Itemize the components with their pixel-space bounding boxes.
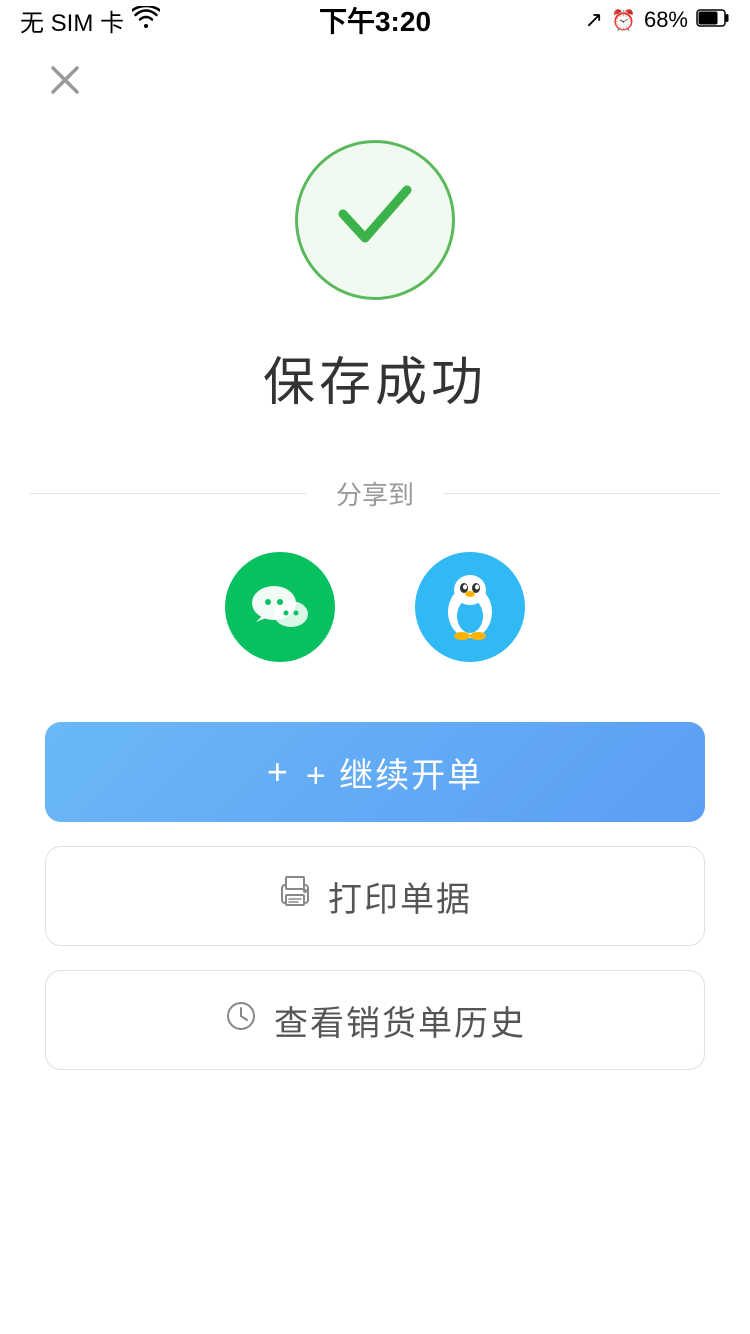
close-button[interactable] (40, 55, 90, 105)
print-button[interactable]: 打印单据 (45, 846, 705, 946)
wifi-icon (132, 6, 160, 35)
wechat-share-button[interactable] (225, 552, 335, 662)
check-icon (335, 180, 415, 260)
success-circle (295, 140, 455, 300)
qq-share-button[interactable] (415, 552, 525, 662)
action-buttons: + + 继续开单 打印单据 (45, 722, 705, 1070)
print-icon (278, 875, 312, 918)
no-sim-label: 无 SIM 卡 (20, 3, 124, 38)
share-section: 分享到 (0, 475, 750, 662)
share-divider: 分享到 (0, 475, 750, 512)
divider-left (30, 493, 306, 494)
share-label: 分享到 (336, 475, 414, 512)
status-time: 下午3:20 (319, 0, 431, 40)
success-title: 保存成功 (263, 340, 487, 415)
status-right: ↗ ⏰ 68% (585, 7, 730, 33)
history-label: 查看销货单历史 (274, 996, 526, 1045)
history-button[interactable]: 查看销货单历史 (45, 970, 705, 1070)
status-bar: 无 SIM 卡 下午3:20 ↗ ⏰ 68% (0, 0, 750, 40)
battery-icon (696, 7, 730, 33)
share-icons (225, 552, 525, 662)
divider-right (444, 493, 720, 494)
main-content: 保存成功 分享到 (0, 40, 750, 1070)
status-left: 无 SIM 卡 (20, 3, 160, 38)
battery-percent: 68% (644, 7, 688, 33)
print-label: 打印单据 (328, 872, 472, 921)
history-icon (224, 999, 258, 1042)
continue-button[interactable]: + + 继续开单 (45, 722, 705, 822)
location-icon: ↗ (585, 7, 603, 33)
alarm-icon: ⏰ (611, 8, 636, 33)
continue-label: + 继续开单 (306, 748, 483, 797)
plus-icon: + (267, 751, 290, 793)
